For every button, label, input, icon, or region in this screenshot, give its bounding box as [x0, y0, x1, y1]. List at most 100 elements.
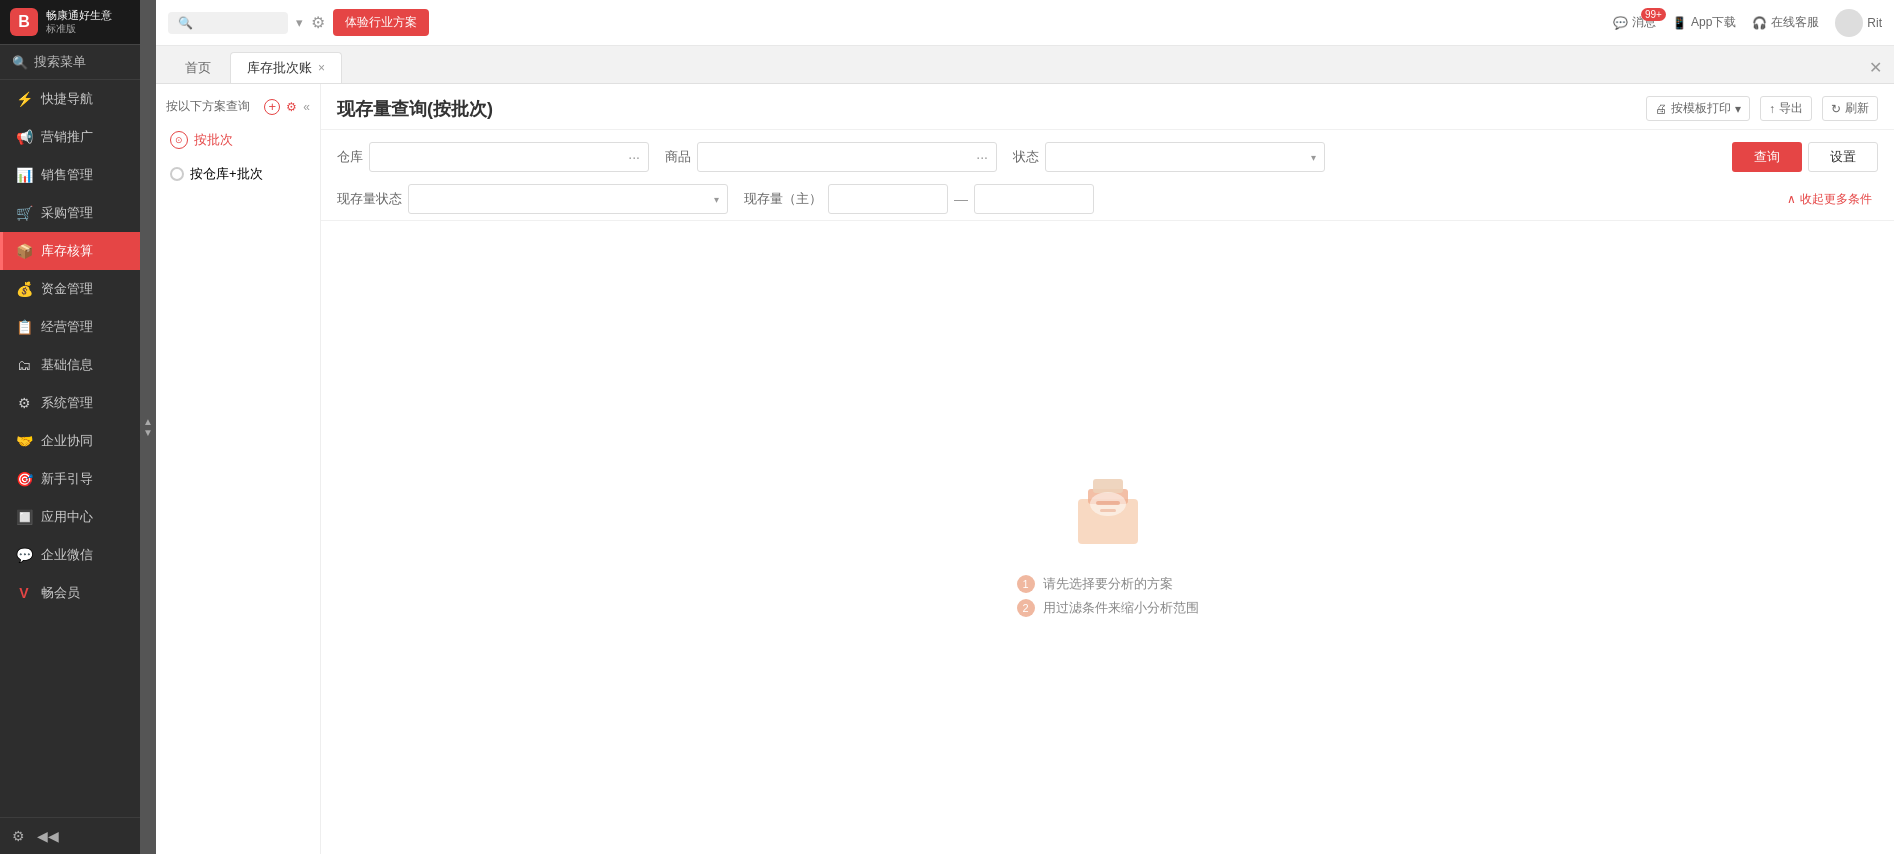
messages-badge: 99+ [1641, 8, 1666, 21]
svg-rect-5 [1100, 509, 1116, 512]
scheme-settings-icon[interactable]: ⚙ [286, 100, 297, 114]
title-actions: 🖨 按模板打印 ▾ ↑ 导出 ↻ 刷新 [1646, 96, 1878, 121]
batch-tab-label: 库存批次账 [247, 59, 312, 77]
guide-icon: 🎯 [15, 471, 33, 487]
online-service-button[interactable]: 🎧 在线客服 [1752, 14, 1819, 31]
marketing-icon: 📢 [15, 129, 33, 145]
export-icon: ↑ [1769, 102, 1775, 116]
sidebar-scroll[interactable]: ▲▼ [140, 0, 156, 854]
refresh-button[interactable]: ↻ 刷新 [1822, 96, 1878, 121]
sidebar-item-purchase[interactable]: 🛒 采购管理 [0, 194, 140, 232]
wechat-label: 企业微信 [41, 546, 93, 564]
stock-status-select[interactable]: ▾ [408, 184, 728, 214]
svg-rect-2 [1093, 479, 1123, 493]
tab-home[interactable]: 首页 [168, 52, 228, 83]
finance-icon: 💰 [15, 281, 33, 297]
status-label: 状态 [1013, 148, 1039, 166]
topbar-dropdown-icon[interactable]: ▾ [296, 15, 303, 30]
app-logo: B [10, 8, 38, 36]
user-menu[interactable]: Rit [1835, 9, 1882, 37]
app-download-button[interactable]: 📱 App下载 [1672, 14, 1736, 31]
guide-label: 新手引导 [41, 470, 93, 488]
empty-hint-1: 1 请先选择要分析的方案 [1017, 575, 1199, 593]
tab-inventory-batch[interactable]: 库存批次账 × [230, 52, 342, 83]
member-label: 畅会员 [41, 584, 80, 602]
stock-amount-to[interactable] [974, 184, 1094, 214]
sidebar-item-quicknav[interactable]: ⚡ 快捷导航 [0, 80, 140, 118]
sidebar-item-finance[interactable]: 💰 资金管理 [0, 270, 140, 308]
warehouse-input[interactable]: ··· [369, 142, 649, 172]
company-name: 畅康通好生意 [46, 8, 112, 22]
warehouse-dots[interactable]: ··· [628, 149, 640, 165]
collapse-more-button[interactable]: ∧ 收起更多条件 [1781, 185, 1878, 214]
export-button[interactable]: ↑ 导出 [1760, 96, 1812, 121]
finance-label: 资金管理 [41, 280, 93, 298]
sidebar: B 畅康通好生意 标准版 🔍 搜索菜单 ⚡ 快捷导航 📢 营销推广 📊 销售管理… [0, 0, 140, 854]
print-button[interactable]: 🖨 按模板打印 ▾ [1646, 96, 1750, 121]
stock-status-label: 现存量状态 [337, 190, 402, 208]
inventory-icon: 📦 [15, 243, 33, 259]
topbar-search[interactable]: 🔍 [168, 12, 288, 34]
sidebar-header: B 畅康通好生意 标准版 [0, 0, 140, 45]
sidebar-item-system[interactable]: ⚙ 系统管理 [0, 384, 140, 422]
print-icon: 🖨 [1655, 102, 1667, 116]
filter-option-batch[interactable]: ⊙ 按批次 [156, 123, 320, 157]
batch-option-icon: ⊙ [170, 131, 188, 149]
topbar-settings-icon[interactable]: ⚙ [311, 13, 325, 32]
hint-1-text: 请先选择要分析的方案 [1043, 575, 1173, 593]
operation-label: 经营管理 [41, 318, 93, 336]
filter-panel-title: 按以下方案查询 [166, 98, 250, 115]
collapse-sidebar-button[interactable]: ◀◀ [37, 828, 59, 844]
warehouse-batch-radio [170, 167, 184, 181]
tab-close-icon[interactable]: × [318, 61, 325, 75]
warehouse-batch-label: 按仓库+批次 [190, 165, 263, 183]
messages-button[interactable]: 💬 消息 99+ [1613, 14, 1656, 31]
add-scheme-button[interactable]: + [264, 99, 280, 115]
topbar-search-icon: 🔍 [178, 16, 193, 30]
sidebar-item-base[interactable]: 🗂 基础信息 [0, 346, 140, 384]
print-dropdown-icon[interactable]: ▾ [1735, 102, 1741, 116]
hint-1-number: 1 [1017, 575, 1035, 593]
sidebar-item-inventory[interactable]: 📦 库存核算 [0, 232, 140, 270]
stock-amount-label: 现存量（主） [744, 190, 822, 208]
warehouse-filter: 仓库 ··· [337, 142, 649, 172]
product-input[interactable]: ··· [697, 142, 997, 172]
panel-collapse-icon[interactable]: « [303, 100, 310, 114]
sidebar-item-corp[interactable]: 🤝 企业协同 [0, 422, 140, 460]
headset-icon: 🎧 [1752, 16, 1767, 30]
query-button[interactable]: 查询 [1732, 142, 1802, 172]
sidebar-search[interactable]: 🔍 搜索菜单 [0, 45, 140, 80]
status-select[interactable]: ▾ [1045, 142, 1325, 172]
sidebar-item-apps[interactable]: 🔲 应用中心 [0, 498, 140, 536]
system-icon: ⚙ [15, 395, 33, 411]
corp-label: 企业协同 [41, 432, 93, 450]
sidebar-item-sales[interactable]: 📊 销售管理 [0, 156, 140, 194]
sidebar-item-wechat[interactable]: 💬 企业微信 [0, 536, 140, 574]
print-label: 按模板打印 [1671, 100, 1731, 117]
apps-label: 应用中心 [41, 508, 93, 526]
hint-2-number: 2 [1017, 599, 1035, 617]
home-tab-label: 首页 [185, 59, 211, 77]
stock-amount-from[interactable] [828, 184, 948, 214]
query-area: 现存量查询(按批次) 🖨 按模板打印 ▾ ↑ 导出 ↻ 刷新 [321, 84, 1894, 854]
sidebar-item-marketing[interactable]: 📢 营销推广 [0, 118, 140, 156]
experience-button[interactable]: 体验行业方案 [333, 9, 429, 36]
sales-label: 销售管理 [41, 166, 93, 184]
user-avatar [1835, 9, 1863, 37]
tab-bar-close-button[interactable]: ✕ [1869, 58, 1882, 83]
topbar-right: 💬 消息 99+ 📱 App下载 🎧 在线客服 Rit [1613, 9, 1882, 37]
product-filter: 商品 ··· [665, 142, 997, 172]
status-chevron-icon: ▾ [1311, 152, 1316, 163]
product-dots[interactable]: ··· [976, 149, 988, 165]
settings-button[interactable]: ⚙ [12, 828, 25, 844]
sidebar-footer: ⚙ ◀◀ [0, 817, 140, 854]
sidebar-item-member[interactable]: V 畅会员 [0, 574, 140, 612]
sidebar-item-guide[interactable]: 🎯 新手引导 [0, 460, 140, 498]
edition-label: 标准版 [46, 22, 112, 36]
filter-option-warehouse-batch[interactable]: 按仓库+批次 [156, 157, 320, 191]
corp-icon: 🤝 [15, 433, 33, 449]
settings-button-main[interactable]: 设置 [1808, 142, 1878, 172]
content-area: 按以下方案查询 + ⚙ « ⊙ 按批次 按仓库+批次 [156, 84, 1894, 854]
sidebar-item-operation[interactable]: 📋 经营管理 [0, 308, 140, 346]
base-label: 基础信息 [41, 356, 93, 374]
